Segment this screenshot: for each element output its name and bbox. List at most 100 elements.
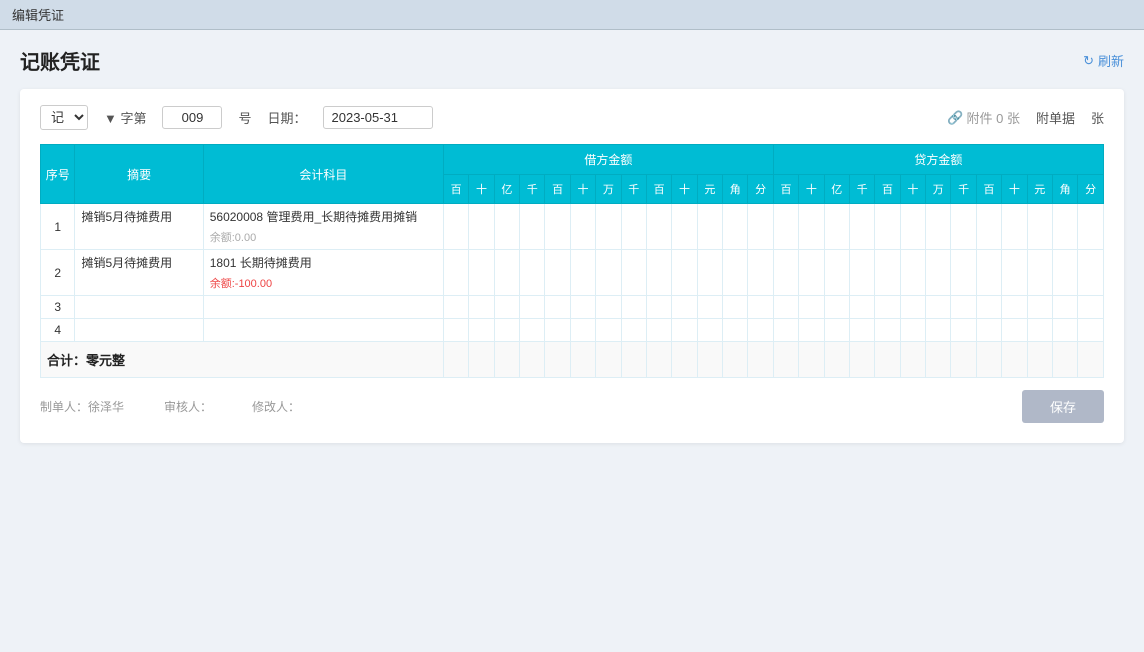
row1-debit-1[interactable] bbox=[469, 250, 494, 296]
row3-debit-3[interactable] bbox=[520, 319, 545, 342]
row2-debit-7[interactable] bbox=[621, 296, 646, 319]
row3-credit-9[interactable] bbox=[1002, 319, 1027, 342]
row-subject-2[interactable] bbox=[203, 296, 443, 319]
row0-debit-7[interactable] bbox=[621, 204, 646, 250]
row1-credit-5[interactable] bbox=[900, 250, 925, 296]
refresh-button[interactable]: ↻ 刷新 bbox=[1083, 51, 1124, 70]
zi-number-input[interactable] bbox=[162, 106, 222, 129]
row2-debit-3[interactable] bbox=[520, 296, 545, 319]
row0-debit-8[interactable] bbox=[646, 204, 671, 250]
row1-debit-11[interactable] bbox=[723, 250, 748, 296]
row2-debit-12[interactable] bbox=[748, 296, 773, 319]
row-subject-3[interactable] bbox=[203, 319, 443, 342]
row3-debit-6[interactable] bbox=[596, 319, 621, 342]
row3-credit-1[interactable] bbox=[799, 319, 824, 342]
row1-debit-0[interactable] bbox=[443, 250, 468, 296]
row0-credit-7[interactable] bbox=[951, 204, 976, 250]
row3-debit-9[interactable] bbox=[672, 319, 697, 342]
row-subject-1[interactable]: 1801 长期待摊费用余额:-100.00 bbox=[203, 250, 443, 296]
row2-credit-0[interactable] bbox=[773, 296, 798, 319]
row0-debit-0[interactable] bbox=[443, 204, 468, 250]
row3-credit-8[interactable] bbox=[976, 319, 1001, 342]
row2-credit-5[interactable] bbox=[900, 296, 925, 319]
row1-debit-3[interactable] bbox=[520, 250, 545, 296]
row0-debit-9[interactable] bbox=[672, 204, 697, 250]
row0-credit-5[interactable] bbox=[900, 204, 925, 250]
row1-credit-12[interactable] bbox=[1078, 250, 1104, 296]
row2-credit-2[interactable] bbox=[824, 296, 849, 319]
row3-debit-5[interactable] bbox=[570, 319, 595, 342]
table-row[interactable]: 3 bbox=[41, 296, 1104, 319]
row3-debit-8[interactable] bbox=[646, 319, 671, 342]
row2-debit-2[interactable] bbox=[494, 296, 519, 319]
row3-credit-2[interactable] bbox=[824, 319, 849, 342]
row3-debit-12[interactable] bbox=[748, 319, 773, 342]
row2-debit-6[interactable] bbox=[596, 296, 621, 319]
row0-debit-10[interactable] bbox=[697, 204, 722, 250]
row0-debit-4[interactable] bbox=[545, 204, 570, 250]
row2-credit-3[interactable] bbox=[849, 296, 874, 319]
row2-debit-10[interactable] bbox=[697, 296, 722, 319]
row1-credit-7[interactable] bbox=[951, 250, 976, 296]
row1-credit-10[interactable] bbox=[1027, 250, 1052, 296]
row0-credit-0[interactable] bbox=[773, 204, 798, 250]
row1-credit-2[interactable] bbox=[824, 250, 849, 296]
table-row[interactable]: 2摊销5月待摊费用1801 长期待摊费用余额:-100.00 bbox=[41, 250, 1104, 296]
row0-debit-2[interactable] bbox=[494, 204, 519, 250]
row3-credit-11[interactable] bbox=[1052, 319, 1077, 342]
save-button[interactable]: 保存 bbox=[1022, 390, 1104, 423]
row3-credit-5[interactable] bbox=[900, 319, 925, 342]
row3-credit-7[interactable] bbox=[951, 319, 976, 342]
row0-debit-12[interactable] bbox=[748, 204, 773, 250]
row0-debit-5[interactable] bbox=[570, 204, 595, 250]
row0-debit-1[interactable] bbox=[469, 204, 494, 250]
row2-credit-8[interactable] bbox=[976, 296, 1001, 319]
row0-debit-11[interactable] bbox=[723, 204, 748, 250]
date-input[interactable] bbox=[323, 106, 433, 129]
type-select[interactable]: 记 bbox=[40, 105, 88, 130]
row3-debit-7[interactable] bbox=[621, 319, 646, 342]
row1-credit-8[interactable] bbox=[976, 250, 1001, 296]
row2-debit-11[interactable] bbox=[723, 296, 748, 319]
row0-credit-11[interactable] bbox=[1052, 204, 1077, 250]
row1-credit-11[interactable] bbox=[1052, 250, 1077, 296]
row2-credit-6[interactable] bbox=[926, 296, 951, 319]
row2-debit-4[interactable] bbox=[545, 296, 570, 319]
row2-debit-9[interactable] bbox=[672, 296, 697, 319]
row0-credit-1[interactable] bbox=[799, 204, 824, 250]
row0-debit-3[interactable] bbox=[520, 204, 545, 250]
row2-credit-1[interactable] bbox=[799, 296, 824, 319]
row2-credit-7[interactable] bbox=[951, 296, 976, 319]
row1-debit-8[interactable] bbox=[646, 250, 671, 296]
attachment-single[interactable]: 附单据 bbox=[1036, 108, 1075, 127]
row3-debit-2[interactable] bbox=[494, 319, 519, 342]
table-row[interactable]: 4 bbox=[41, 319, 1104, 342]
row3-credit-6[interactable] bbox=[926, 319, 951, 342]
row1-debit-9[interactable] bbox=[672, 250, 697, 296]
row0-credit-12[interactable] bbox=[1078, 204, 1104, 250]
row1-credit-3[interactable] bbox=[849, 250, 874, 296]
row3-debit-11[interactable] bbox=[723, 319, 748, 342]
row1-credit-0[interactable] bbox=[773, 250, 798, 296]
row1-credit-6[interactable] bbox=[926, 250, 951, 296]
row2-credit-10[interactable] bbox=[1027, 296, 1052, 319]
row1-debit-10[interactable] bbox=[697, 250, 722, 296]
row-summary-3[interactable] bbox=[75, 319, 203, 342]
row3-credit-0[interactable] bbox=[773, 319, 798, 342]
row2-credit-9[interactable] bbox=[1002, 296, 1027, 319]
row-subject-0[interactable]: 56020008 管理费用_长期待摊费用摊销余额:0.00 bbox=[203, 204, 443, 250]
row1-debit-2[interactable] bbox=[494, 250, 519, 296]
row2-credit-11[interactable] bbox=[1052, 296, 1077, 319]
row1-credit-9[interactable] bbox=[1002, 250, 1027, 296]
row2-debit-0[interactable] bbox=[443, 296, 468, 319]
row-summary-0[interactable]: 摊销5月待摊费用 bbox=[75, 204, 203, 250]
row1-debit-7[interactable] bbox=[621, 250, 646, 296]
row3-credit-10[interactable] bbox=[1027, 319, 1052, 342]
row1-credit-1[interactable] bbox=[799, 250, 824, 296]
row0-debit-6[interactable] bbox=[596, 204, 621, 250]
row-summary-1[interactable]: 摊销5月待摊费用 bbox=[75, 250, 203, 296]
row3-debit-1[interactable] bbox=[469, 319, 494, 342]
row3-credit-3[interactable] bbox=[849, 319, 874, 342]
row3-debit-4[interactable] bbox=[545, 319, 570, 342]
row0-credit-8[interactable] bbox=[976, 204, 1001, 250]
